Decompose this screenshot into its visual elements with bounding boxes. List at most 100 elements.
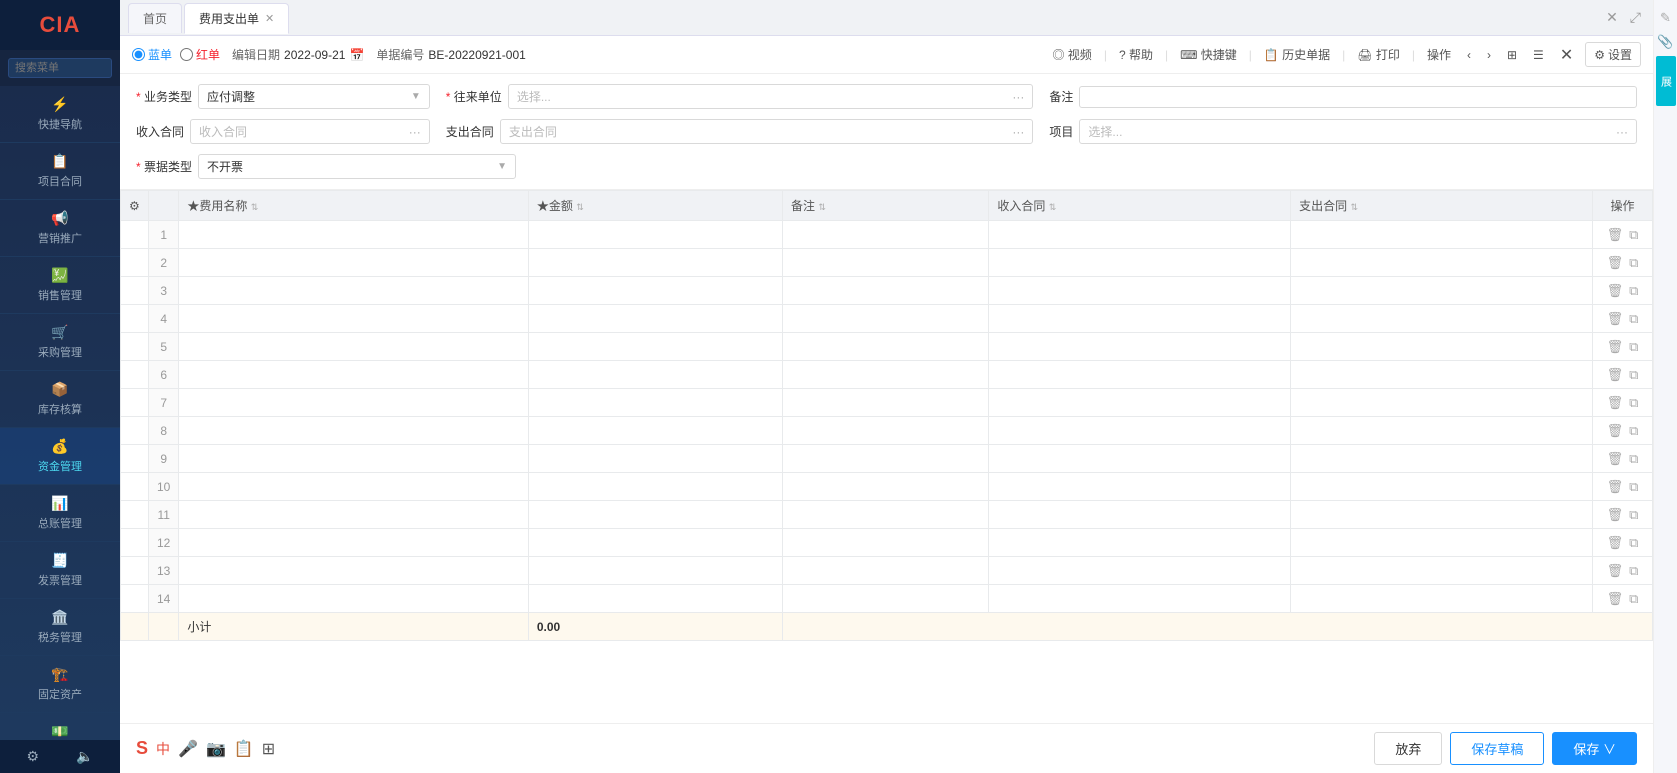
row-amount-12[interactable] <box>528 529 782 557</box>
row-amount-11[interactable] <box>528 501 782 529</box>
row-expense-contract-13[interactable] <box>1291 557 1593 585</box>
settings-btn[interactable]: ⚙ 设置 <box>1585 42 1641 67</box>
row-amount-3[interactable] <box>528 277 782 305</box>
row-delete-10[interactable]: 🗑 <box>1607 479 1624 495</box>
row-expense-contract-2[interactable] <box>1291 249 1593 277</box>
row-expense-name-3[interactable] <box>179 277 529 305</box>
row-expense-name-11[interactable] <box>179 501 529 529</box>
window-max[interactable]: ⤢ <box>1626 7 1645 28</box>
row-delete-13[interactable]: 🗑 <box>1607 563 1624 579</box>
row-income-contract-2[interactable] <box>989 249 1291 277</box>
tab-expense[interactable]: 费用支出单 ✕ <box>184 3 289 34</box>
row-note-7[interactable] <box>782 389 988 417</box>
row-note-12[interactable] <box>782 529 988 557</box>
row-note-1[interactable] <box>782 221 988 249</box>
row-expense-contract-3[interactable] <box>1291 277 1593 305</box>
row-expense-name-12[interactable] <box>179 529 529 557</box>
row-income-contract-12[interactable] <box>989 529 1291 557</box>
row-expense-name-13[interactable] <box>179 557 529 585</box>
sogou-icon[interactable]: S <box>136 738 148 759</box>
row-delete-2[interactable]: 🗑 <box>1607 255 1624 271</box>
row-amount-4[interactable] <box>528 305 782 333</box>
row-expense-contract-8[interactable] <box>1291 417 1593 445</box>
row-note-6[interactable] <box>782 361 988 389</box>
row-expense-name-5[interactable] <box>179 333 529 361</box>
project-input[interactable]: 选择... ··· <box>1079 119 1637 144</box>
radio-red-input[interactable] <box>180 48 193 61</box>
col-income-contract[interactable]: 收入合同 ⇅ <box>989 191 1291 221</box>
row-copy-13[interactable]: ⧉ <box>1629 563 1638 579</box>
income-contract-input[interactable]: 收入合同 ··· <box>190 119 430 144</box>
row-expense-contract-12[interactable] <box>1291 529 1593 557</box>
row-delete-7[interactable]: 🗑 <box>1607 395 1624 411</box>
prev-btn[interactable]: ‹ <box>1463 46 1475 64</box>
row-delete-12[interactable]: 🗑 <box>1607 535 1624 551</box>
row-delete-9[interactable]: 🗑 <box>1607 451 1624 467</box>
row-delete-4[interactable]: 🗑 <box>1607 311 1624 327</box>
sidebar-item-fixed[interactable]: 🏗️固定资产 <box>0 656 120 713</box>
sidebar-item-sales[interactable]: 💹销售管理 <box>0 257 120 314</box>
save-draft-button[interactable]: 保存草稿 <box>1450 732 1544 765</box>
row-copy-4[interactable]: ⧉ <box>1629 311 1638 327</box>
row-copy-12[interactable]: ⧉ <box>1629 535 1638 551</box>
row-note-4[interactable] <box>782 305 988 333</box>
row-expense-contract-7[interactable] <box>1291 389 1593 417</box>
remark-input[interactable] <box>1079 86 1637 108</box>
row-expense-name-4[interactable] <box>179 305 529 333</box>
row-income-contract-8[interactable] <box>989 417 1291 445</box>
row-amount-6[interactable] <box>528 361 782 389</box>
tab-expense-close[interactable]: ✕ <box>265 12 274 25</box>
row-note-13[interactable] <box>782 557 988 585</box>
next-btn[interactable]: › <box>1483 46 1495 64</box>
tab-home[interactable]: 首页 <box>128 3 182 33</box>
biz-type-input[interactable]: 应付调整 ▼ <box>198 84 430 109</box>
row-delete-5[interactable]: 🗑 <box>1607 339 1624 355</box>
row-income-contract-11[interactable] <box>989 501 1291 529</box>
row-note-2[interactable] <box>782 249 988 277</box>
counterpart-ellipsis[interactable]: ··· <box>1012 90 1024 104</box>
row-amount-5[interactable] <box>528 333 782 361</box>
remark-input-field[interactable] <box>1088 90 1628 104</box>
row-amount-10[interactable] <box>528 473 782 501</box>
row-expense-name-1[interactable] <box>179 221 529 249</box>
row-copy-14[interactable]: ⧉ <box>1629 591 1638 607</box>
zhong-icon[interactable]: 中 <box>156 739 170 759</box>
row-delete-1[interactable]: 🗑 <box>1607 227 1624 243</box>
camera-icon[interactable]: 📷 <box>206 739 226 759</box>
row-delete-3[interactable]: 🗑 <box>1607 283 1624 299</box>
row-income-contract-9[interactable] <box>989 445 1291 473</box>
close-content-btn[interactable]: ✕ <box>1556 43 1577 67</box>
row-copy-1[interactable]: ⧉ <box>1629 227 1638 243</box>
sidebar-item-purchase[interactable]: 🛒采购管理 <box>0 314 120 371</box>
sidebar-item-project[interactable]: 📋项目合同 <box>0 143 120 200</box>
row-income-contract-14[interactable] <box>989 585 1291 613</box>
row-copy-11[interactable]: ⧉ <box>1629 507 1638 523</box>
mic-icon[interactable]: 🎤 <box>178 739 198 759</box>
col-expense-name[interactable]: ★费用名称 ⇅ <box>179 191 529 221</box>
row-note-14[interactable] <box>782 585 988 613</box>
sidebar-item-tax[interactable]: 🏛️税务管理 <box>0 599 120 656</box>
row-copy-9[interactable]: ⧉ <box>1629 451 1638 467</box>
row-expense-name-14[interactable] <box>179 585 529 613</box>
row-delete-8[interactable]: 🗑 <box>1607 423 1624 439</box>
history-btn[interactable]: 📋 历史单据 <box>1260 44 1334 65</box>
row-income-contract-6[interactable] <box>989 361 1291 389</box>
operations-btn[interactable]: 操作 <box>1423 44 1455 65</box>
shortcut-btn[interactable]: ⌨ 快捷键 <box>1176 44 1241 65</box>
sidebar-item-marketing[interactable]: 📢营销推广 <box>0 200 120 257</box>
row-delete-11[interactable]: 🗑 <box>1607 507 1624 523</box>
row-copy-3[interactable]: ⧉ <box>1629 283 1638 299</box>
row-expense-contract-9[interactable] <box>1291 445 1593 473</box>
row-copy-5[interactable]: ⧉ <box>1629 339 1638 355</box>
save-button[interactable]: 保存 ∨ <box>1552 732 1637 765</box>
row-amount-8[interactable] <box>528 417 782 445</box>
right-panel-expand[interactable]: 展 <box>1656 56 1676 106</box>
expense-contract-ellipsis[interactable]: ··· <box>1012 125 1024 139</box>
row-expense-contract-10[interactable] <box>1291 473 1593 501</box>
radio-red[interactable]: 红单 <box>180 46 220 63</box>
list-btn[interactable]: ☰ <box>1529 46 1548 64</box>
sidebar-item-shortcut[interactable]: ⚡快捷导航 <box>0 86 120 143</box>
clipboard-icon[interactable]: 📋 <box>234 739 254 759</box>
sidebar-item-invoice[interactable]: 🧾发票管理 <box>0 542 120 599</box>
row-note-8[interactable] <box>782 417 988 445</box>
